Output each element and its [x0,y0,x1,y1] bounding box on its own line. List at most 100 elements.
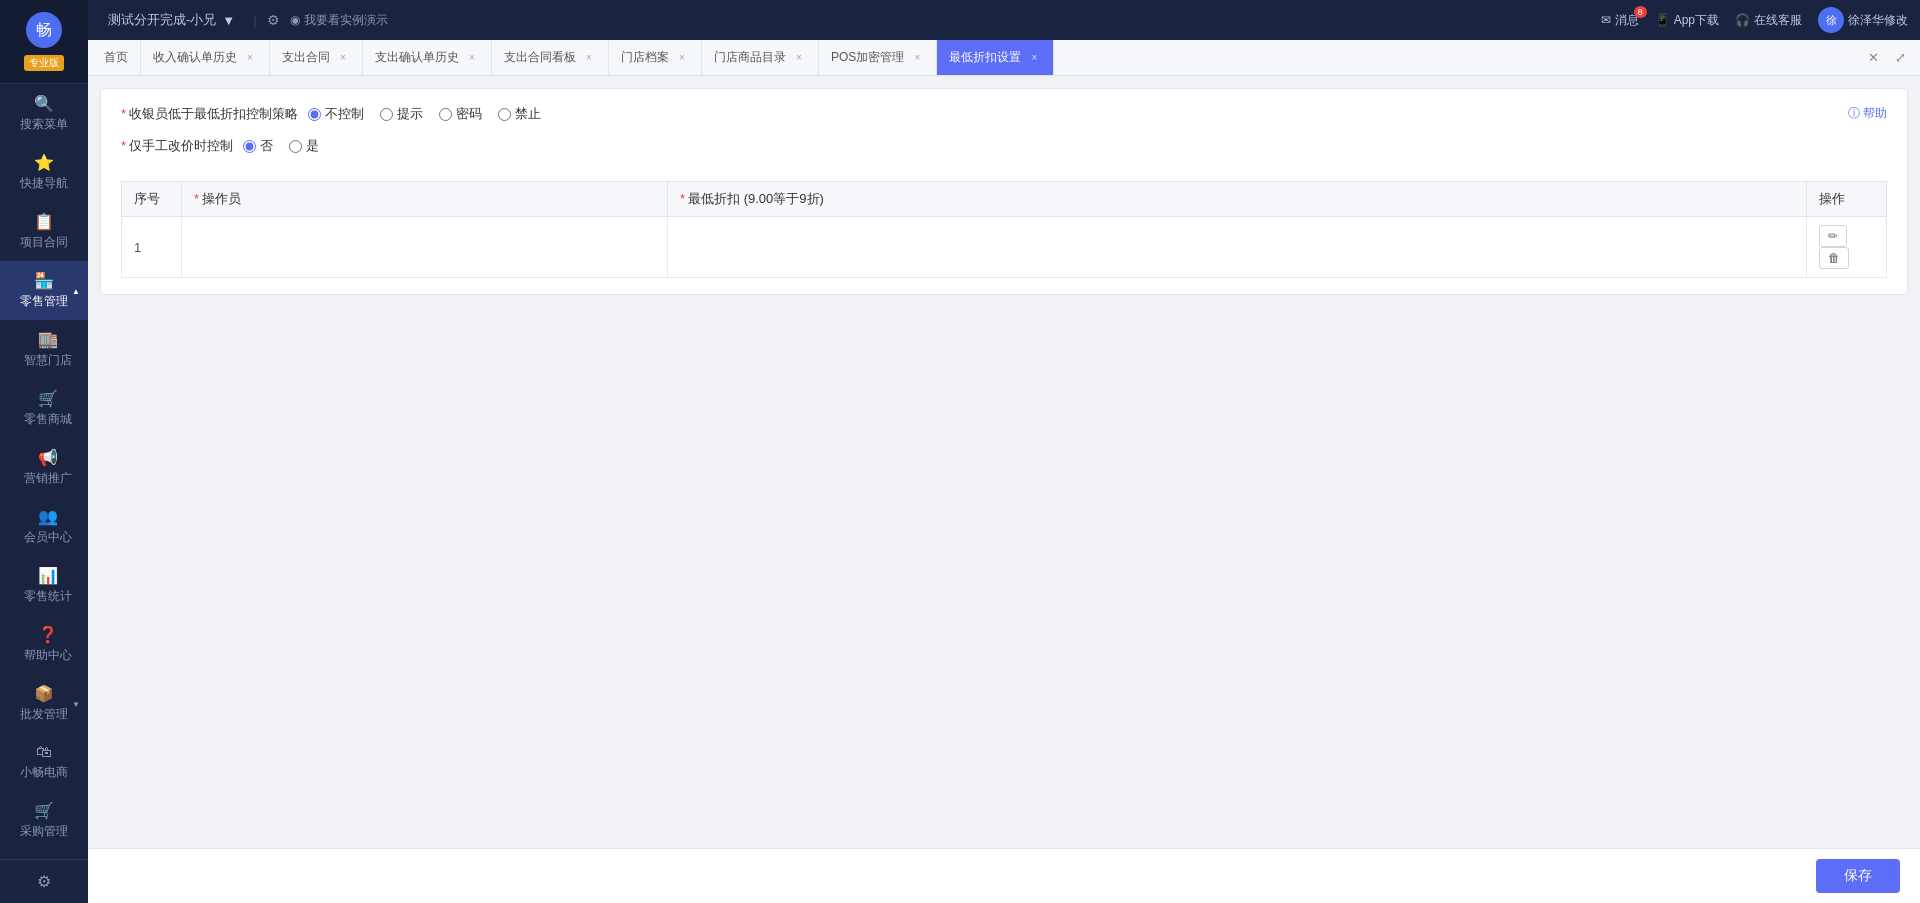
sidebar-item-purchase[interactable]: 🛒采购管理 [0,791,88,850]
tabbar: 首页收入确认单历史×支出合同×支出确认单历史×支出合同看板×门店档案×门店商品目… [88,40,1920,76]
app-download-button[interactable]: 📱 App下载 [1655,12,1719,29]
discount-radio-password[interactable] [439,108,452,121]
tab-min_discount[interactable]: 最低折扣设置 × [937,40,1054,75]
tab-close-store_product_catalog[interactable]: × [792,51,806,65]
discount-radio-forbidden[interactable] [498,108,511,121]
sidebar-item-smart_store[interactable]: 🏬智慧门店 [0,320,88,379]
manual-price-options: 否是 [243,137,319,155]
project_contract-icon: 📋 [34,212,54,231]
tab-store_product_catalog[interactable]: 门店商品目录 × [702,40,819,75]
maximize-tab-button[interactable]: ⤢ [1889,46,1912,69]
col-actions: 操作 [1807,182,1887,217]
topbar-right: ✉ 消息 8 📱 App下载 🎧 在线客服 徐 徐泽华修改 [1601,7,1908,33]
member_center-icon: 👥 [38,507,58,526]
settings-icon[interactable]: ⚙ [37,872,51,891]
sidebar-item-inventory[interactable]: 📋库存核算 [0,850,88,859]
sidebar-item-retail_stats[interactable]: 📊零售统计 [0,556,88,615]
manual-price-option-no[interactable]: 否 [243,137,273,155]
cell-operator [182,217,668,278]
bottom-bar: 保存 [88,848,1920,903]
tab-close-min_discount[interactable]: × [1027,51,1041,65]
help-link[interactable]: ⓘ 帮助 [1848,105,1887,122]
project-settings-icon[interactable]: ⚙ [267,12,280,28]
purchase-icon: 🛒 [34,801,54,820]
messages-button[interactable]: ✉ 消息 8 [1601,12,1639,29]
dropdown-icon: ▼ [222,13,235,28]
search-icon: 🔍 [34,94,54,113]
project-selector[interactable]: 测试分开完成-小兄 ▼ [100,7,243,33]
edit-row-button[interactable]: ✏ [1819,225,1847,247]
manual-price-option-yes[interactable]: 是 [289,137,319,155]
col-seq: 序号 [122,182,182,217]
discount-table: 序号 *操作员 *最低折扣 (9.00等于9折) 操作 1 [121,181,1887,278]
shortcut-icon: ⭐ [34,153,54,172]
close-tab-button[interactable]: ✕ [1862,46,1885,69]
logo-icon: 畅 [26,12,62,48]
cell-min-discount [668,217,1807,278]
sidebar-item-retail_management[interactable]: 🏪零售管理 [0,261,88,320]
tab-label-payment_contract_board: 支出合同看板 [504,49,576,66]
col-operator: *操作员 [182,182,668,217]
headset-icon: 🎧 [1735,13,1750,27]
tab-close-payment_confirm_history[interactable]: × [465,51,479,65]
demo-link[interactable]: ◉ 我要看实例演示 [290,12,388,29]
help-icon: ⓘ [1848,105,1860,122]
tab-income_history[interactable]: 收入确认单历史× [141,40,270,75]
tab-close-store_archive[interactable]: × [675,51,689,65]
sidebar-bottom: ⚙ [0,859,88,903]
small_ecommerce-icon: 🛍 [36,743,52,761]
manual-price-label: *仅手工改价时控制 [121,137,233,155]
sidebar-item-small_ecommerce[interactable]: 🛍小畅电商 [0,733,88,791]
tab-pos_password[interactable]: POS加密管理× [819,40,937,75]
demo-text: 我要看实例演示 [304,12,388,29]
sidebar-item-marketing[interactable]: 📢营销推广 [0,438,88,497]
retail_management-icon: 🏪 [34,271,54,290]
tab-payment_confirm_history[interactable]: 支出确认单历史 × [363,40,492,75]
tab-close-payment_contract[interactable]: × [336,51,350,65]
main-area: 测试分开完成-小兄 ▼ | ⚙ ◉ 我要看实例演示 ✉ 消息 8 📱 App下载… [88,0,1920,903]
cell-seq: 1 [122,217,182,278]
page-content: *收银员低于最低折扣控制策略 不控制提示密码禁止 *仅手工改价时控制 否是 [88,76,1920,848]
tab-payment_contract[interactable]: 支出合同× [270,40,363,75]
project-name: 测试分开完成-小兄 [108,11,216,29]
sidebar-item-search[interactable]: 🔍搜索菜单 [0,84,88,143]
delete-row-button[interactable]: 🗑 [1819,247,1849,269]
tab-close-income_history[interactable]: × [243,51,257,65]
tab-payment_contract_board[interactable]: 支出合同看板 × [492,40,609,75]
user-menu[interactable]: 徐 徐泽华修改 [1818,7,1908,33]
topbar: 测试分开完成-小兄 ▼ | ⚙ ◉ 我要看实例演示 ✉ 消息 8 📱 App下载… [88,0,1920,40]
tabbar-actions: ✕ ⤢ [1862,40,1916,75]
discount-option-prompt[interactable]: 提示 [380,105,423,123]
sidebar-item-retail_mall[interactable]: 🛒零售商城 [0,379,88,438]
tab-home[interactable]: 首页 [92,40,141,75]
discount-control-options: 不控制提示密码禁止 [308,105,541,123]
sidebar-item-wholesale[interactable]: 📦批发管理 [0,674,88,733]
marketing-icon: 📢 [38,448,58,467]
table-row: 1 ✏ 🗑 [122,217,1887,278]
tab-label-store_product_catalog: 门店商品目录 [714,49,786,66]
sidebar-item-help_center[interactable]: ❓帮助中心 [0,615,88,674]
save-button[interactable]: 保存 [1816,859,1900,893]
tab-label-min_discount: 最低折扣设置 [949,49,1021,66]
tab-store_archive[interactable]: 门店档案× [609,40,702,75]
help_center-icon: ❓ [38,625,58,644]
demo-circle-icon: ◉ [290,13,300,27]
manual-price-radio-yes[interactable] [289,140,302,153]
sidebar-item-shortcut[interactable]: ⭐快捷导航 [0,143,88,202]
online-service-button[interactable]: 🎧 在线客服 [1735,12,1802,29]
sidebar-item-member_center[interactable]: 👥会员中心 [0,497,88,556]
retail_stats-icon: 📊 [38,566,58,585]
smart_store-icon: 🏬 [38,330,58,349]
discount-option-no_control[interactable]: 不控制 [308,105,364,123]
tab-label-payment_confirm_history: 支出确认单历史 [375,49,459,66]
discount-radio-prompt[interactable] [380,108,393,121]
manual-price-radio-no[interactable] [243,140,256,153]
tab-close-payment_contract_board[interactable]: × [582,51,596,65]
sidebar-logo: 畅 专业版 [0,0,88,84]
discount-radio-no_control[interactable] [308,108,321,121]
discount-option-password[interactable]: 密码 [439,105,482,123]
discount-option-forbidden[interactable]: 禁止 [498,105,541,123]
avatar: 徐 [1818,7,1844,33]
tab-close-pos_password[interactable]: × [910,51,924,65]
sidebar-item-project_contract[interactable]: 📋项目合同 [0,202,88,261]
